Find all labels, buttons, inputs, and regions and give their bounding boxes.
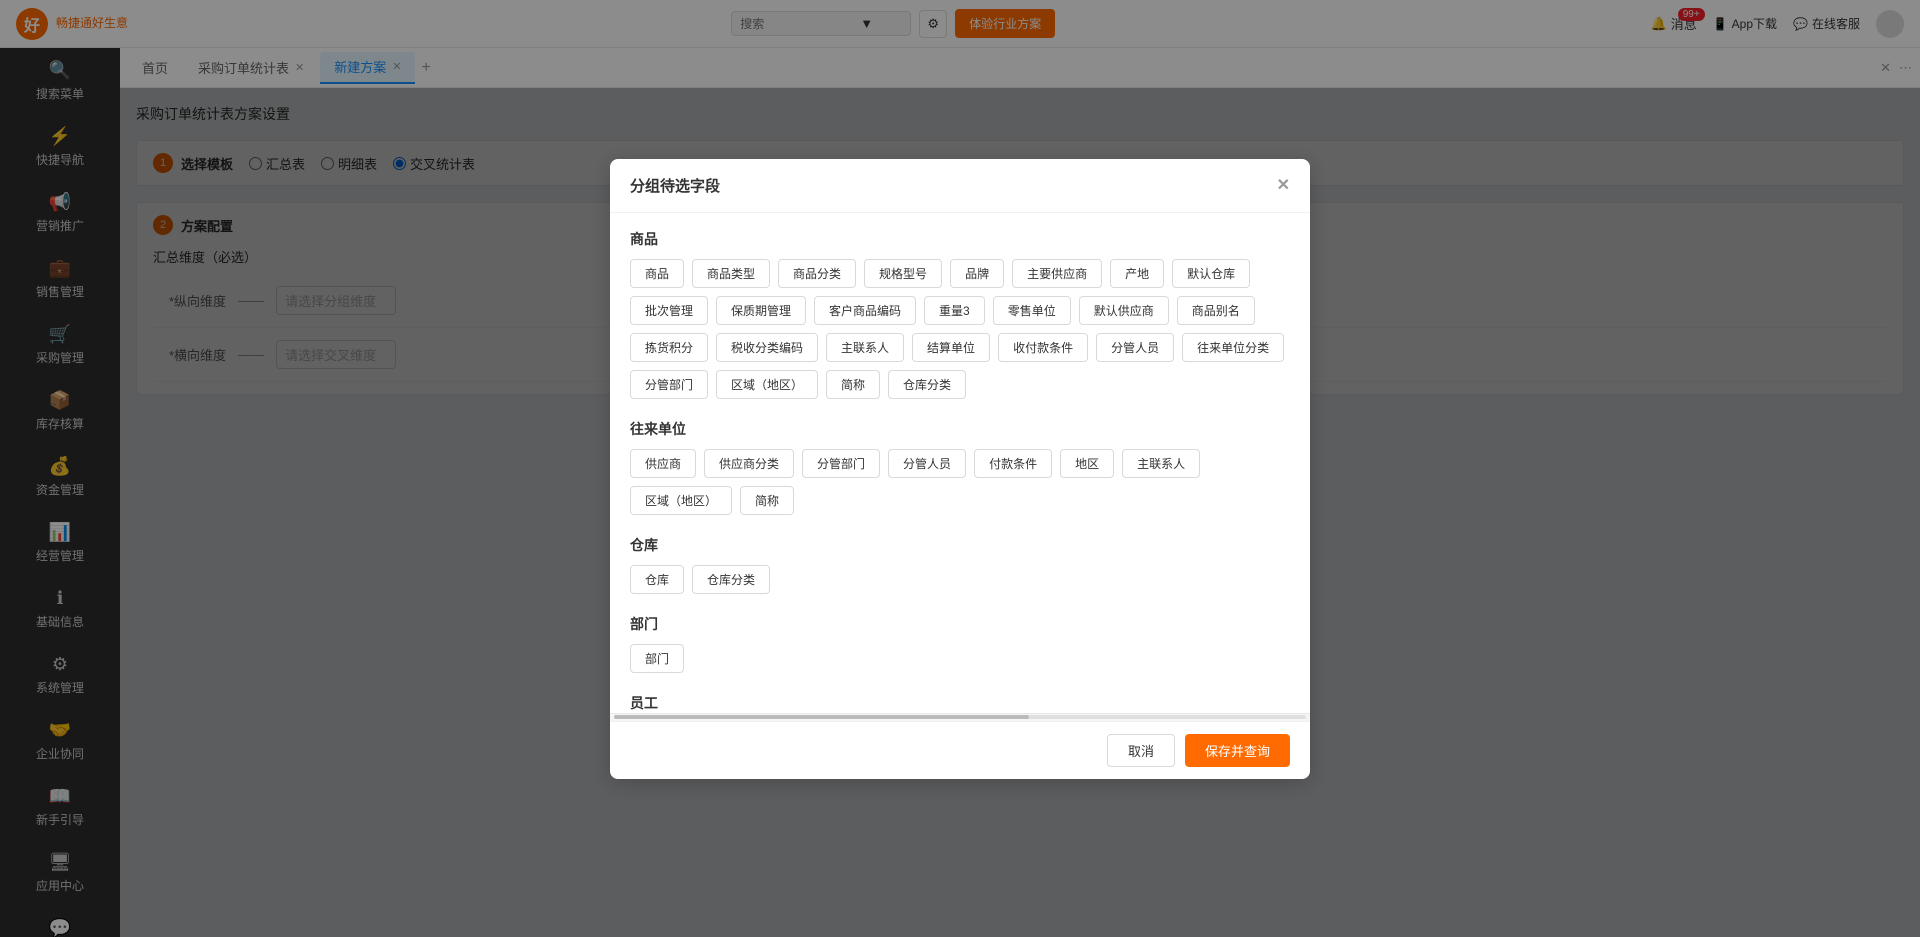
tag-retail-unit[interactable]: 零售单位 [993,296,1071,325]
tag-department[interactable]: 部门 [630,644,684,673]
section-warehouse: 仓库 仓库 仓库分类 [630,535,1290,594]
tag-batch-mgmt[interactable]: 批次管理 [630,296,708,325]
section-employee: 员工 业务员 [630,693,1290,714]
tag-supplier-category[interactable]: 供应商分类 [704,449,794,478]
tag-default-supplier[interactable]: 默认供应商 [1079,296,1169,325]
tag-payment-cond[interactable]: 付款条件 [974,449,1052,478]
tag-short-name-partner[interactable]: 简称 [740,486,794,515]
dept-tags: 部门 [630,644,1290,673]
modal-horizontal-scrollbar[interactable] [610,713,1310,720]
modal-overlay: 分组待选字段 ✕ 商品 商品 商品类型 商品分类 规格型号 品牌 主要供应商 产… [0,0,1920,937]
tag-partner-category[interactable]: 往来单位分类 [1182,333,1284,362]
tag-warehouse-cat[interactable]: 仓库分类 [692,565,770,594]
partner-tags: 供应商 供应商分类 分管部门 分管人员 付款条件 地区 主联系人 区域（地区） … [630,449,1290,515]
tag-spec-model[interactable]: 规格型号 [864,259,942,288]
tag-warehouse[interactable]: 仓库 [630,565,684,594]
tag-dept-partner[interactable]: 分管部门 [802,449,880,478]
section-dept: 部门 部门 [630,614,1290,673]
tag-customer-code[interactable]: 客户商品编码 [814,296,916,325]
tag-region-product[interactable]: 区域（地区） [716,370,818,399]
section-partner: 往来单位 供应商 供应商分类 分管部门 分管人员 付款条件 地区 主联系人 区域… [630,419,1290,515]
tag-supervisor[interactable]: 分管人员 [1096,333,1174,362]
tag-default-warehouse[interactable]: 默认仓库 [1172,259,1250,288]
tag-main-contact-partner[interactable]: 主联系人 [1122,449,1200,478]
tag-brand[interactable]: 品牌 [950,259,1004,288]
modal-footer: 取消 保存并查询 [610,721,1310,779]
product-tags: 商品 商品类型 商品分类 规格型号 品牌 主要供应商 产地 默认仓库 批次管理 … [630,259,1290,399]
modal-body: 商品 商品 商品类型 商品分类 规格型号 品牌 主要供应商 产地 默认仓库 批次… [610,213,1310,714]
section-product: 商品 商品 商品类型 商品分类 规格型号 品牌 主要供应商 产地 默认仓库 批次… [630,229,1290,399]
tag-origin[interactable]: 产地 [1110,259,1164,288]
tag-supplier[interactable]: 供应商 [630,449,696,478]
tag-main-supplier[interactable]: 主要供应商 [1012,259,1102,288]
save-query-button[interactable]: 保存并查询 [1185,734,1290,767]
section-partner-title: 往来单位 [630,419,1290,439]
tag-region-partner[interactable]: 地区 [1060,449,1114,478]
tag-product-alias[interactable]: 商品别名 [1177,296,1255,325]
section-product-title: 商品 [630,229,1290,249]
tag-dept[interactable]: 分管部门 [630,370,708,399]
tag-pick-points[interactable]: 拣货积分 [630,333,708,362]
warehouse-tags: 仓库 仓库分类 [630,565,1290,594]
cancel-button[interactable]: 取消 [1107,734,1175,767]
section-warehouse-title: 仓库 [630,535,1290,555]
field-select-modal: 分组待选字段 ✕ 商品 商品 商品类型 商品分类 规格型号 品牌 主要供应商 产… [610,159,1310,779]
tag-warehouse-category[interactable]: 仓库分类 [888,370,966,399]
tag-supervisor-partner[interactable]: 分管人员 [888,449,966,478]
modal-title: 分组待选字段 [630,175,720,196]
tag-settlement-unit[interactable]: 结算单位 [912,333,990,362]
modal-header: 分组待选字段 ✕ [610,159,1310,213]
tag-short-name-product[interactable]: 简称 [826,370,880,399]
tag-product[interactable]: 商品 [630,259,684,288]
tag-product-category[interactable]: 商品分类 [778,259,856,288]
tag-payment-terms[interactable]: 收付款条件 [998,333,1088,362]
tag-main-contact[interactable]: 主联系人 [826,333,904,362]
section-dept-title: 部门 [630,614,1290,634]
tag-weight3[interactable]: 重量3 [924,296,985,325]
tag-product-type[interactable]: 商品类型 [692,259,770,288]
tag-tax-code[interactable]: 税收分类编码 [716,333,818,362]
tag-shelf-life[interactable]: 保质期管理 [716,296,806,325]
section-employee-title: 员工 [630,693,1290,713]
tag-region-area[interactable]: 区域（地区） [630,486,732,515]
modal-close-button[interactable]: ✕ [1277,175,1290,195]
